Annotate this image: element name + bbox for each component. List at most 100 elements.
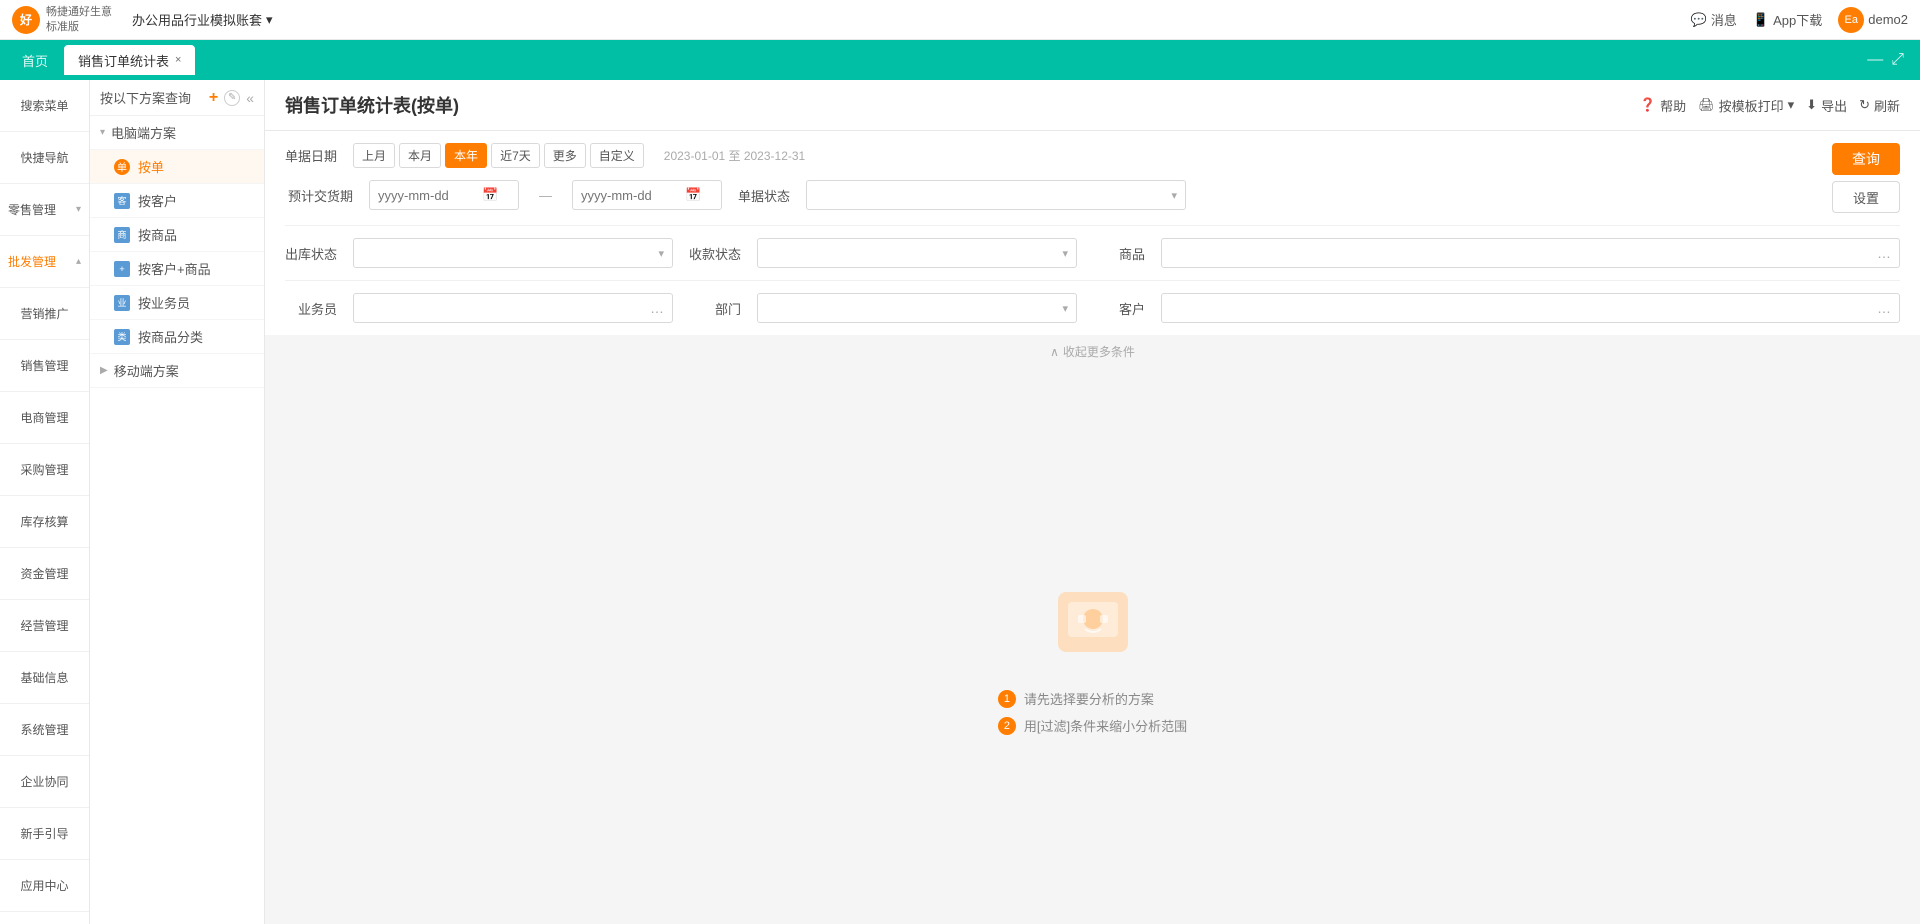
date-btn-custom[interactable]: 自定义 xyxy=(590,143,644,168)
goods-select[interactable]: … xyxy=(1161,238,1900,268)
sidebar-item-shortcut[interactable]: 快捷导航 xyxy=(0,132,89,184)
sidebar-item-search[interactable]: 搜索菜单 xyxy=(0,80,89,132)
date-btn-this-month[interactable]: 本月 xyxy=(399,143,441,168)
scheme-item-by-customer[interactable]: 客 按客户 xyxy=(90,184,264,218)
goods-dots-icon[interactable]: … xyxy=(1877,245,1891,261)
date-range-text: 2023-01-01 至 2023-12-31 xyxy=(664,147,805,164)
sidebar-item-wechat[interactable]: 企业微信 xyxy=(0,912,89,924)
workspace-selector[interactable]: 办公用品行业模拟账套 ▾ xyxy=(132,10,273,29)
sidebar-item-enterprise[interactable]: 企业协同 xyxy=(0,756,89,808)
scheme-group-pc-header[interactable]: ▾ 电脑端方案 xyxy=(90,116,264,150)
message-btn[interactable]: 💬 消息 xyxy=(1691,10,1737,29)
customer-select[interactable]: … xyxy=(1161,293,1900,323)
tab-home[interactable]: 首页 xyxy=(8,45,62,75)
filter-divider-1 xyxy=(285,225,1900,226)
collapse-panel-btn[interactable]: « xyxy=(246,90,254,106)
refresh-icon: ↻ xyxy=(1859,97,1870,113)
filter-row-date: 单据日期 上月 本月 本年 近7天 更多 自定义 2023-01-01 至 20… xyxy=(285,143,1816,168)
scheme-group-mobile-header[interactable]: ▶ 移动端方案 xyxy=(90,354,264,388)
date-btn-this-year[interactable]: 本年 xyxy=(445,143,487,168)
customer-label: 客户 xyxy=(1093,299,1145,318)
sidebar-item-inventory[interactable]: 库存核算 xyxy=(0,496,89,548)
sidebar-item-ecommerce[interactable]: 电商管理 xyxy=(0,392,89,444)
calendar-icon: 📅 xyxy=(482,187,498,203)
help-btn[interactable]: ❓ 帮助 xyxy=(1640,96,1686,115)
customer-dots-icon[interactable]: … xyxy=(1877,300,1891,316)
scheme-group-pc: ▾ 电脑端方案 单 按单 客 按客户 商 按商品 xyxy=(90,116,264,354)
left-panel: 按以下方案查询 + ✎ « ▾ 电脑端方案 单 按单 xyxy=(90,80,265,924)
calendar-icon-2: 📅 xyxy=(685,187,701,203)
expected-date-start-input[interactable] xyxy=(378,188,478,203)
expected-date-end-input[interactable] xyxy=(581,188,681,203)
left-panel-actions: + ✎ « xyxy=(209,89,254,107)
user-menu[interactable]: Ea demo2 xyxy=(1838,7,1908,33)
nav-tab-actions: — ⤢ xyxy=(1867,51,1912,69)
edit-scheme-btn[interactable]: ✎ xyxy=(224,90,240,106)
salesman-label: 业务员 xyxy=(285,299,337,318)
status-select[interactable]: ▾ xyxy=(806,180,1186,210)
scheme-icon-goods: 商 xyxy=(114,227,130,243)
expected-date-start[interactable]: 📅 xyxy=(369,180,519,210)
minimize-window-icon[interactable]: — xyxy=(1867,51,1883,69)
sidebar-item-retail[interactable]: 零售管理 ▾ xyxy=(0,184,89,236)
query-btn[interactable]: 查询 xyxy=(1832,143,1900,175)
scheme-icon-gc: 类 xyxy=(114,329,130,345)
refresh-btn[interactable]: ↻ 刷新 xyxy=(1859,96,1900,115)
scheme-item-by-salesman[interactable]: 业 按业务员 xyxy=(90,286,264,320)
status-select-arrow-icon: ▾ xyxy=(1171,189,1177,202)
avatar: Ea xyxy=(1838,7,1864,33)
sidebar-item-operations[interactable]: 经营管理 xyxy=(0,600,89,652)
scheme-item-by-order[interactable]: 单 按单 xyxy=(90,150,264,184)
empty-hints: 1 请先选择要分析的方案 2 用[过滤]条件来缩小分析范围 xyxy=(998,689,1187,735)
print-arrow-icon: ▾ xyxy=(1788,97,1795,113)
sidebar-item-sales[interactable]: 销售管理 xyxy=(0,340,89,392)
app-download-icon: 📱 xyxy=(1753,12,1769,28)
retail-expand-icon: ▾ xyxy=(76,204,81,215)
sidebar-item-marketing[interactable]: 营销推广 xyxy=(0,288,89,340)
ship-status-label: 出库状态 xyxy=(285,244,337,263)
salesman-select[interactable]: … xyxy=(353,293,673,323)
salesman-dots-icon[interactable]: … xyxy=(650,300,664,316)
app-download-btn[interactable]: 📱 App下载 xyxy=(1753,10,1822,29)
goods-label: 商品 xyxy=(1093,244,1145,263)
dept-select[interactable]: ▾ xyxy=(757,293,1077,323)
date-btn-more[interactable]: 更多 xyxy=(544,143,586,168)
scheme-item-by-customer-goods[interactable]: + 按客户+商品 xyxy=(90,252,264,286)
hint-1-num: 1 xyxy=(998,690,1016,708)
expected-date-end[interactable]: 📅 xyxy=(572,180,722,210)
print-btn[interactable]: 🖨 按模板打印 ▾ xyxy=(1698,96,1794,115)
scheme-item-by-goods[interactable]: 商 按商品 xyxy=(90,218,264,252)
tab-close-icon[interactable]: × xyxy=(175,54,181,66)
tab-sales-order[interactable]: 销售订单统计表 × xyxy=(64,45,195,75)
sidebar-item-wholesale[interactable]: 批发管理 ▴ xyxy=(0,236,89,288)
empty-state: 1 请先选择要分析的方案 2 用[过滤]条件来缩小分析范围 xyxy=(265,368,1920,924)
sidebar-item-basics[interactable]: 基础信息 xyxy=(0,652,89,704)
scheme-icon-salesman: 业 xyxy=(114,295,130,311)
pay-status-label: 收款状态 xyxy=(689,244,741,263)
ship-arrow-icon: ▾ xyxy=(658,247,664,260)
pay-status-select[interactable]: ▾ xyxy=(757,238,1077,268)
sidebar-item-purchase[interactable]: 采购管理 xyxy=(0,444,89,496)
sidebar-item-finance[interactable]: 资金管理 xyxy=(0,548,89,600)
add-scheme-btn[interactable]: + xyxy=(209,89,218,107)
logo-icon: 好 xyxy=(12,6,40,34)
ship-status-select[interactable]: ▾ xyxy=(353,238,673,268)
date-btn-last-month[interactable]: 上月 xyxy=(353,143,395,168)
export-btn[interactable]: ⬇ 导出 xyxy=(1806,96,1847,115)
right-action-col: 查询 设置 xyxy=(1832,143,1900,213)
date-btn-7days[interactable]: 近7天 xyxy=(491,143,540,168)
sidebar-item-appstore[interactable]: 应用中心 xyxy=(0,860,89,912)
empty-hint-2: 2 用[过滤]条件来缩小分析范围 xyxy=(998,716,1187,735)
dept-arrow-icon: ▾ xyxy=(1062,302,1068,315)
date-btn-group: 上月 本月 本年 近7天 更多 自定义 xyxy=(353,143,644,168)
sidebar-item-system[interactable]: 系统管理 xyxy=(0,704,89,756)
content-area: 按以下方案查询 + ✎ « ▾ 电脑端方案 单 按单 xyxy=(90,80,1920,924)
message-icon: 💬 xyxy=(1691,12,1707,28)
filter-row-4: 业务员 … 部门 ▾ 客户 … xyxy=(285,293,1900,323)
expand-window-icon[interactable]: ⤢ xyxy=(1891,51,1904,69)
scheme-item-by-goods-category[interactable]: 类 按商品分类 xyxy=(90,320,264,354)
top-bar: 好 畅捷通好生意 标准版 办公用品行业模拟账套 ▾ 💬 消息 📱 App下载 E… xyxy=(0,0,1920,40)
collapse-bar[interactable]: ∧ 收起更多条件 xyxy=(265,335,1920,368)
settings-btn[interactable]: 设置 xyxy=(1832,181,1900,213)
sidebar-item-newbie[interactable]: 新手引导 xyxy=(0,808,89,860)
